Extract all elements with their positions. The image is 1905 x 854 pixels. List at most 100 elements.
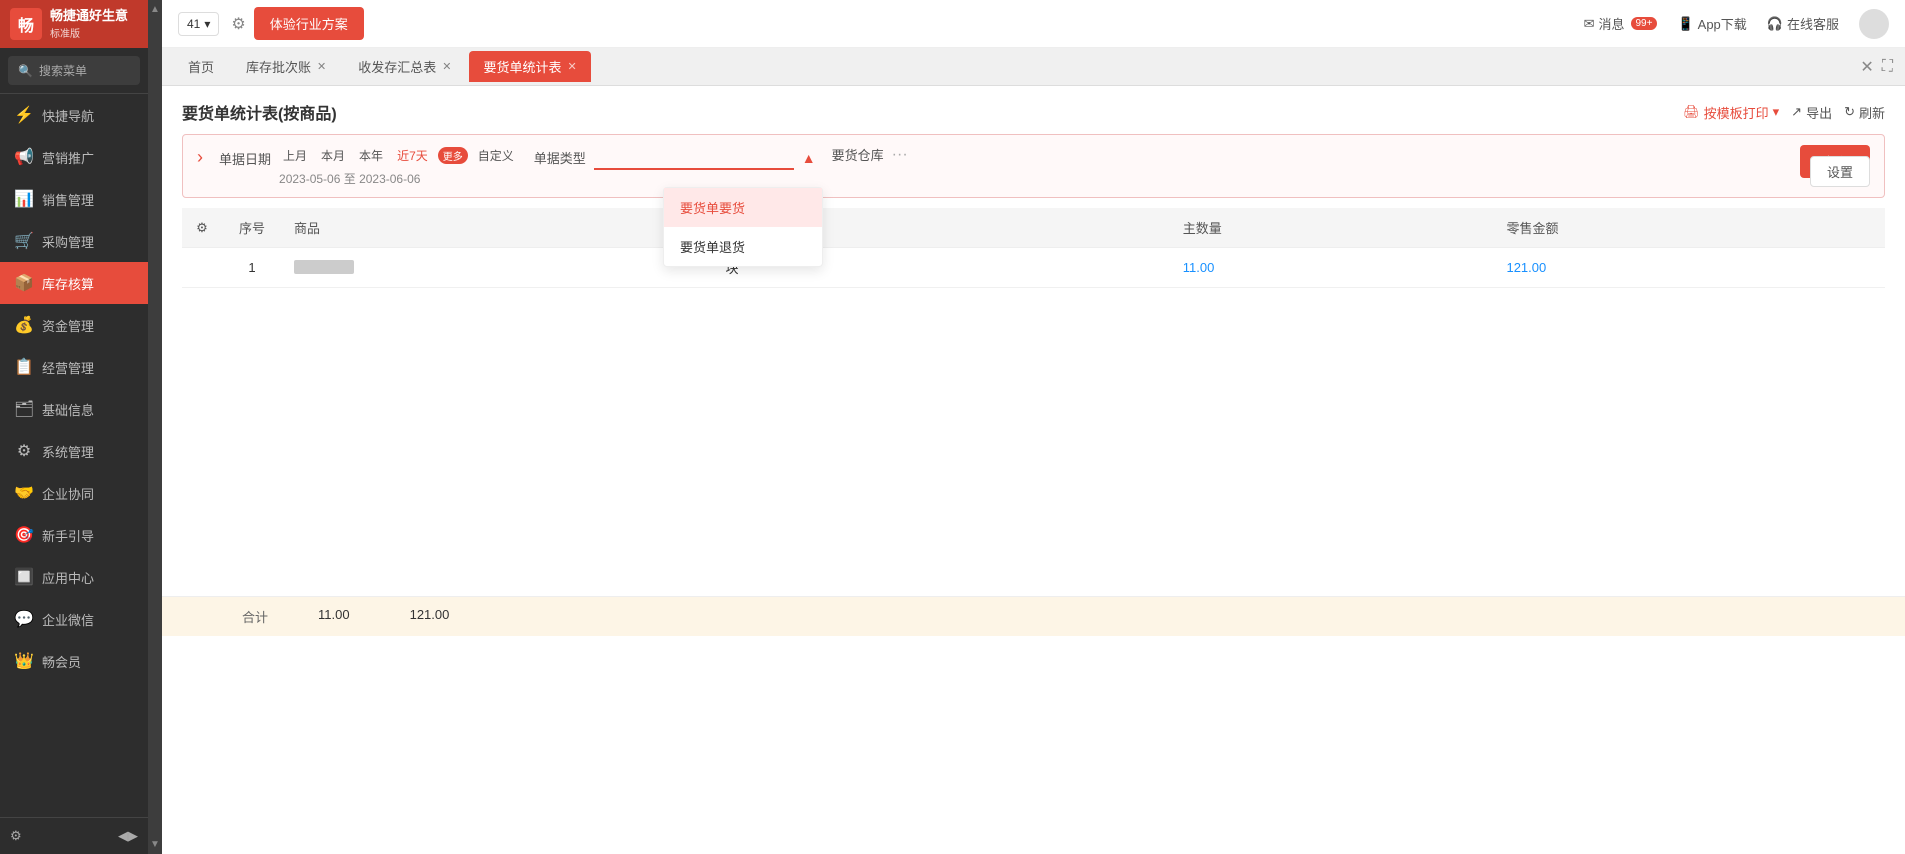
sales-icon: 📊 [14,189,34,209]
message-icon: ✉ [1584,16,1595,32]
footer-qty: 11.00 [318,607,350,626]
date-options: 上月 本月 本年 近7天 更多 自定义 2023-05-06 至 2023-06… [279,145,518,187]
dropdown-item-order-return[interactable]: 要货单退货 [664,227,822,266]
tab-order-stat[interactable]: 要货单统计表 ✕ [469,51,590,82]
date-range-display: 2023-05-06 至 2023-06-06 [279,170,518,187]
warehouse-filter-label: 要货仓库 [832,145,884,164]
date-btn-last-month[interactable]: 上月 [279,145,311,166]
row-amount-cell: 121.00 [1494,248,1885,288]
tab-close-all-button[interactable]: ✕ [1860,57,1873,77]
scroll-up-arrow[interactable]: ▲ [150,4,160,15]
sidebar: 畅 畅捷通好生意 标准版 🔍 搜索菜单 ⚡ 快捷导航 📢 营销推广 📊 销售管理… [0,0,148,854]
col-settings-header[interactable]: ⚙ [182,208,222,248]
page-content: 要货单统计表(按商品) 🖨 按模板打印 ▾ ↗ 导出 ↻ 刷新 › [162,86,1905,854]
data-table: ⚙ 序号 商品 主计量单位 主数量 零售金额 1 [182,208,1885,288]
message-button[interactable]: ✉ 消息 99+ [1584,14,1658,33]
search-icon: 🔍 [18,64,33,78]
tab-home[interactable]: 首页 [174,51,228,82]
app-edition: 标准版 [50,25,128,40]
date-buttons-row: 上月 本月 本年 近7天 更多 自定义 [279,145,518,166]
search-menu-button[interactable]: 🔍 搜索菜单 [8,56,140,85]
inventory-icon: 📦 [14,273,34,293]
export-icon: ↗ [1791,104,1802,120]
tab-receive-close[interactable]: ✕ [442,60,451,73]
tabbar-right: ✕ ⛶ [1860,57,1893,77]
page-actions: 🖨 按模板打印 ▾ ↗ 导出 ↻ 刷新 [1683,103,1885,122]
member-icon: 👑 [14,651,34,671]
type-filter-group: 单据类型 ▲ [534,145,816,170]
tab-receive[interactable]: 收发存汇总表 ✕ [344,51,465,82]
tab-order-stat-close[interactable]: ✕ [568,60,577,73]
warehouse-filter-dots[interactable]: ··· [892,146,908,164]
chevron-down-icon: ▾ [204,17,210,31]
date-btn-custom[interactable]: 自定义 [474,145,518,166]
export-button[interactable]: ↗ 导出 [1791,103,1832,122]
type-filter-label: 单据类型 [534,148,586,167]
sidebar-item-appstore[interactable]: 🔲 应用中心 [0,556,148,598]
sidebar-item-marketing[interactable]: 📢 营销推广 [0,136,148,178]
download-icon: 📱 [1677,16,1693,32]
filter-bar: › 单据日期 上月 本月 本年 近7天 更多 自定义 2023-05-06 至 … [182,134,1885,198]
footer-label: 合计 [182,607,318,626]
sidebar-item-quick[interactable]: ⚡ 快捷导航 [0,94,148,136]
row-goods-cell [282,248,714,288]
sidebar-item-operation[interactable]: 📋 经营管理 [0,346,148,388]
topbar: 41 ▾ ⚙ 体验行业方案 ✉ 消息 99+ 📱 App下载 🎧 在线客服 [162,0,1905,48]
type-dropdown-arrow[interactable]: ▲ [802,150,816,166]
purchase-icon: 🛒 [14,231,34,251]
sidebar-item-base[interactable]: 🗂 基础信息 [0,388,148,430]
row-gear-cell [182,248,222,288]
settings-button[interactable]: 设置 [1810,156,1870,187]
sidebar-item-enterprise[interactable]: 🤝 企业协同 [0,472,148,514]
finance-icon: 💰 [14,315,34,335]
marketing-icon: 📢 [14,147,34,167]
date-btn-7days[interactable]: 近7天 [393,145,432,166]
quick-icon: ⚡ [14,105,34,125]
type-filter-input[interactable] [594,145,794,170]
row-qty-cell: 11.00 [1171,248,1495,288]
collapse-icon[interactable]: ◀▶ [118,828,138,844]
sidebar-item-purchase[interactable]: 🛒 采购管理 [0,220,148,262]
tab-batch-close[interactable]: ✕ [317,60,326,73]
sidebar-item-guide[interactable]: 🎯 新手引导 [0,514,148,556]
topbar-gear-icon[interactable]: ⚙ [231,14,245,34]
table-header-row: ⚙ 序号 商品 主计量单位 主数量 零售金额 [182,208,1885,248]
warehouse-filter-group: 要货仓库 ··· [832,145,908,164]
settings-icon[interactable]: ⚙ [10,828,22,844]
table-wrapper: ⚙ 序号 商品 主计量单位 主数量 零售金额 1 [162,208,1905,288]
tab-expand-button[interactable]: ⛶ [1882,57,1893,77]
type-dropdown: 要货单要货 要货单退货 [663,187,823,267]
sidebar-item-finance[interactable]: 💰 资金管理 [0,304,148,346]
refresh-button[interactable]: ↻ 刷新 [1844,103,1885,122]
refresh-icon: ↻ [1844,104,1855,120]
sidebar-item-inventory[interactable]: 📦 库存核算 [0,262,148,304]
trial-button[interactable]: 体验行业方案 [254,7,364,40]
row-num-cell: 1 [222,248,282,288]
user-avatar[interactable] [1859,9,1889,39]
service-icon: 🎧 [1767,16,1783,32]
tabbar: 首页 库存批次账 ✕ 收发存汇总表 ✕ 要货单统计表 ✕ ✕ ⛶ [162,48,1905,86]
sidebar-item-member[interactable]: 👑 畅会员 [0,640,148,682]
tab-batch[interactable]: 库存批次账 ✕ [232,51,340,82]
filter-expand-button[interactable]: › [197,147,203,168]
table-body: 1 块 11.00 121.00 [182,248,1885,288]
dropdown-item-order-goods[interactable]: 要货单要货 [664,188,822,227]
company-selector[interactable]: 41 ▾ [178,12,219,36]
print-dropdown-arrow[interactable]: ▾ [1773,104,1780,120]
date-btn-this-month[interactable]: 本月 [317,145,349,166]
sidebar-item-system[interactable]: ⚙ 系统管理 [0,430,148,472]
page-header: 要货单统计表(按商品) 🖨 按模板打印 ▾ ↗ 导出 ↻ 刷新 [162,86,1905,134]
col-qty-header: 主数量 [1171,208,1495,248]
date-filter-group: 单据日期 上月 本月 本年 近7天 更多 自定义 2023-05-06 至 20… [219,145,518,187]
table-head: ⚙ 序号 商品 主计量单位 主数量 零售金额 [182,208,1885,248]
print-button[interactable]: 🖨 按模板打印 ▾ [1683,103,1779,122]
sidebar-item-sales[interactable]: 📊 销售管理 [0,178,148,220]
date-btn-this-year[interactable]: 本年 [355,145,387,166]
date-filter-label: 单据日期 [219,149,271,168]
online-service-button[interactable]: 🎧 在线客服 [1767,14,1839,33]
enterprise-icon: 🤝 [14,483,34,503]
table-empty-space [162,288,1905,588]
scroll-down-arrow[interactable]: ▼ [150,839,160,850]
sidebar-item-wechat[interactable]: 💬 企业微信 [0,598,148,640]
app-download-button[interactable]: 📱 App下载 [1677,14,1746,33]
